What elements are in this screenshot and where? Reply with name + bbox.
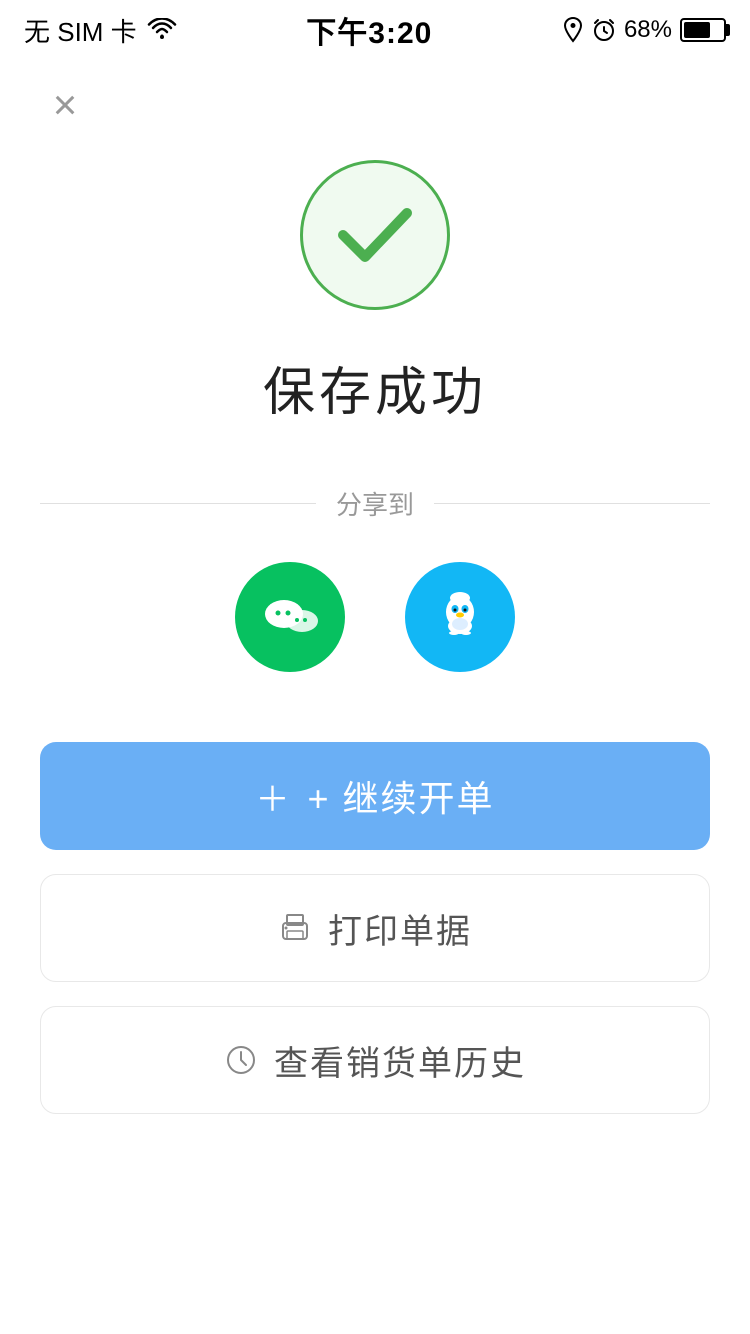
close-icon: × [53,84,78,126]
status-right: 68% [562,16,726,44]
print-label: 打印单据 [328,904,472,953]
plus-icon: ＋ [255,772,291,821]
location-icon [562,17,584,43]
check-icon [335,203,415,268]
print-icon [278,911,312,945]
wifi-icon [147,18,177,42]
success-title: 保存成功 [263,350,487,425]
success-circle [300,160,450,310]
battery-icon [680,18,726,42]
print-button[interactable]: 打印单据 [40,874,710,982]
status-left: 无 SIM 卡 [24,12,177,49]
wechat-icon [258,585,323,650]
share-icons-row [235,562,515,672]
close-button[interactable]: × [40,80,90,130]
main-content: × 保存成功 分享到 [0,60,750,1114]
divider-label: 分享到 [336,485,414,522]
divider-row: 分享到 [40,485,710,522]
alarm-icon [592,17,616,43]
status-bar: 无 SIM 卡 下午3:20 68% [0,0,750,60]
qq-share-button[interactable] [405,562,515,672]
continue-order-label: + 继续开单 [307,770,494,822]
status-time: 下午3:20 [306,8,432,52]
divider-left [40,503,316,504]
continue-order-button[interactable]: ＋ + 继续开单 [40,742,710,850]
close-button-row: × [40,60,710,160]
action-buttons: ＋ + 继续开单 打印单据 查看销货单历史 [40,742,710,1114]
divider-right [434,503,710,504]
qq-icon [429,586,491,648]
history-button[interactable]: 查看销货单历史 [40,1006,710,1114]
wechat-share-button[interactable] [235,562,345,672]
battery-percent: 68% [624,16,672,44]
history-label: 查看销货单历史 [274,1036,526,1085]
history-icon [224,1043,258,1077]
battery-fill [684,22,710,38]
carrier-text: 无 SIM 卡 [24,12,137,49]
